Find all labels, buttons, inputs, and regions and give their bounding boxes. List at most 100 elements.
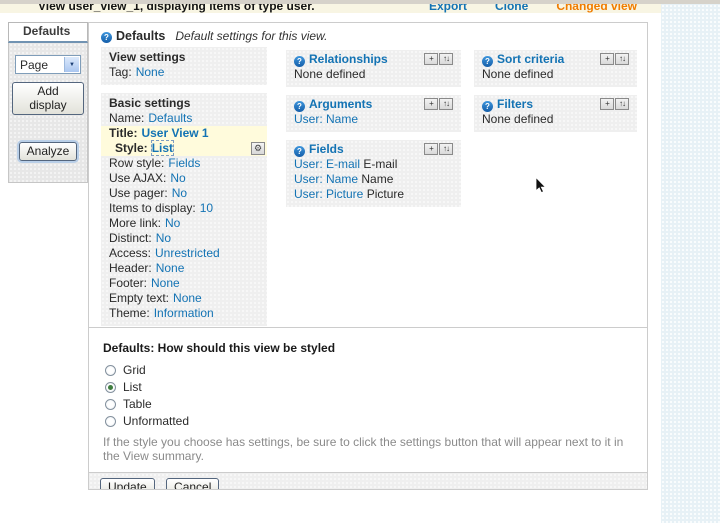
- cancel-button[interactable]: Cancel: [166, 478, 219, 490]
- summary-column-1: View settings Tag:None Basic settings Na…: [101, 47, 267, 334]
- setting-row: Items to display:10: [109, 201, 259, 216]
- name-value-link[interactable]: Defaults: [148, 111, 192, 125]
- style-form-help: If the style you choose has settings, be…: [103, 435, 633, 463]
- section-ops: +↑↓: [600, 53, 629, 65]
- empty-text: None defined: [482, 67, 629, 82]
- header-value-link[interactable]: None: [156, 261, 185, 275]
- field-link[interactable]: User: E-mail: [294, 157, 360, 171]
- rearrange-icon[interactable]: ↑↓: [615, 98, 629, 110]
- setting-row: Row style:Fields: [109, 156, 259, 171]
- style-value-link[interactable]: List: [152, 141, 173, 155]
- rearrange-icon[interactable]: ↑↓: [439, 98, 453, 110]
- help-icon[interactable]: ?: [482, 101, 493, 112]
- distinct-value-link[interactable]: No: [156, 231, 171, 245]
- update-button[interactable]: Update: [100, 478, 155, 490]
- help-icon[interactable]: ?: [294, 101, 305, 112]
- add-icon[interactable]: +: [424, 143, 438, 155]
- setting-row: Empty text:None: [109, 291, 259, 306]
- style-settings-form: Defaults: How should this view be styled…: [89, 328, 647, 463]
- filters-box: ?Filters +↑↓ None defined: [474, 95, 637, 132]
- arguments-title: ?Arguments: [294, 97, 372, 112]
- display-sidebar: Page ▼ Add display Analyze: [8, 43, 88, 183]
- section-ops: +↑↓: [424, 53, 453, 65]
- radio-grid[interactable]: [105, 365, 116, 376]
- export-link[interactable]: Export: [429, 4, 467, 13]
- empty-text: None defined: [294, 67, 453, 82]
- setting-row: More link:No: [109, 216, 259, 231]
- views-edit-panel: ? Defaults Default settings for this vie…: [88, 22, 648, 490]
- panel-subtitle: Default settings for this view.: [175, 29, 327, 43]
- arguments-box: ?Arguments +↑↓ User: Name: [286, 95, 461, 132]
- rearrange-icon[interactable]: ↑↓: [615, 53, 629, 65]
- empty-text-value-link[interactable]: None: [173, 291, 202, 305]
- more-link-value-link[interactable]: No: [165, 216, 180, 230]
- rearrange-icon[interactable]: ↑↓: [439, 143, 453, 155]
- view-title-band: View user_view_1, displaying items of ty…: [0, 4, 720, 13]
- rearrange-icon[interactable]: ↑↓: [439, 53, 453, 65]
- section-ops: +↑↓: [424, 143, 453, 155]
- field-link[interactable]: User: Name: [294, 172, 358, 186]
- row-style-value-link[interactable]: Fields: [168, 156, 200, 170]
- add-icon[interactable]: +: [600, 53, 614, 65]
- use-pager-value-link[interactable]: No: [172, 186, 187, 200]
- style-option-list[interactable]: List: [105, 382, 633, 393]
- use-ajax-value-link[interactable]: No: [170, 171, 185, 185]
- help-icon[interactable]: ?: [482, 56, 493, 67]
- view-summary: View settings Tag:None Basic settings Na…: [89, 47, 647, 327]
- display-type-select[interactable]: Page ▼: [15, 55, 81, 74]
- help-icon[interactable]: ?: [294, 56, 305, 67]
- setting-row: Access:Unrestricted: [109, 246, 259, 261]
- add-icon[interactable]: +: [600, 98, 614, 110]
- argument-link[interactable]: User: Name: [294, 112, 358, 126]
- section-ops: +↑↓: [424, 98, 453, 110]
- panel-header: ? Defaults Default settings for this vie…: [89, 23, 647, 47]
- tab-defaults-label: Defaults: [23, 24, 70, 38]
- relationships-box: ?Relationships +↑↓ None defined: [286, 50, 461, 87]
- title-value-link[interactable]: User View 1: [141, 126, 208, 140]
- style-option-unformatted[interactable]: Unformatted: [105, 416, 633, 427]
- sort-criteria-title: ?Sort criteria: [482, 52, 564, 67]
- sort-criteria-box: ?Sort criteria +↑↓ None defined: [474, 50, 637, 87]
- theme-value-link[interactable]: Information: [154, 306, 214, 320]
- items-to-display-value-link[interactable]: 10: [200, 201, 213, 215]
- setting-row-title-changed: Title:User View 1: [101, 126, 267, 141]
- radio-unformatted[interactable]: [105, 416, 116, 427]
- add-icon[interactable]: +: [424, 98, 438, 110]
- setting-row: Header:None: [109, 261, 259, 276]
- add-icon[interactable]: +: [424, 53, 438, 65]
- style-option-table[interactable]: Table: [105, 399, 633, 410]
- clone-link[interactable]: Clone: [495, 4, 528, 13]
- help-icon[interactable]: ?: [101, 32, 112, 43]
- empty-text: None defined: [482, 112, 629, 127]
- view-title: View user_view_1, displaying items of ty…: [38, 4, 315, 13]
- access-value-link[interactable]: Unrestricted: [155, 246, 220, 260]
- field-link[interactable]: User: Picture: [294, 187, 363, 201]
- footer-value-link[interactable]: None: [151, 276, 180, 290]
- basic-settings-title: Basic settings: [109, 95, 259, 111]
- view-settings-title: View settings: [109, 49, 259, 65]
- help-icon[interactable]: ?: [294, 146, 305, 157]
- mouse-cursor: [535, 177, 547, 195]
- style-option-grid[interactable]: Grid: [105, 365, 633, 376]
- form-actions: Update Cancel: [89, 472, 647, 490]
- view-action-links: Export Clone Changed view: [429, 4, 637, 13]
- style-settings-gear-icon[interactable]: ⚙: [251, 142, 265, 155]
- fields-title: ?Fields: [294, 142, 344, 157]
- chevron-down-icon[interactable]: ▼: [64, 57, 79, 72]
- setting-row-style-changed: Style:List⚙: [101, 141, 267, 156]
- field-item: User: Picture Picture: [294, 187, 453, 202]
- tag-value-link[interactable]: None: [136, 65, 165, 79]
- argument-item: User: Name: [294, 112, 453, 127]
- relationships-title: ?Relationships: [294, 52, 388, 67]
- analyze-button[interactable]: Analyze: [19, 142, 78, 161]
- radio-table[interactable]: [105, 399, 116, 410]
- summary-column-2: ?Relationships +↑↓ None defined ?Argumen…: [286, 50, 461, 215]
- tab-defaults[interactable]: Defaults: [8, 22, 88, 43]
- add-display-button[interactable]: Add display: [12, 82, 84, 115]
- changed-view-link[interactable]: Changed view: [556, 4, 637, 13]
- panel-title: Defaults: [116, 29, 165, 43]
- filters-title: ?Filters: [482, 97, 533, 112]
- setting-row: Name:Defaults: [109, 111, 259, 126]
- radio-list-selected[interactable]: [105, 382, 116, 393]
- field-item: User: E-mail E-mail: [294, 157, 453, 172]
